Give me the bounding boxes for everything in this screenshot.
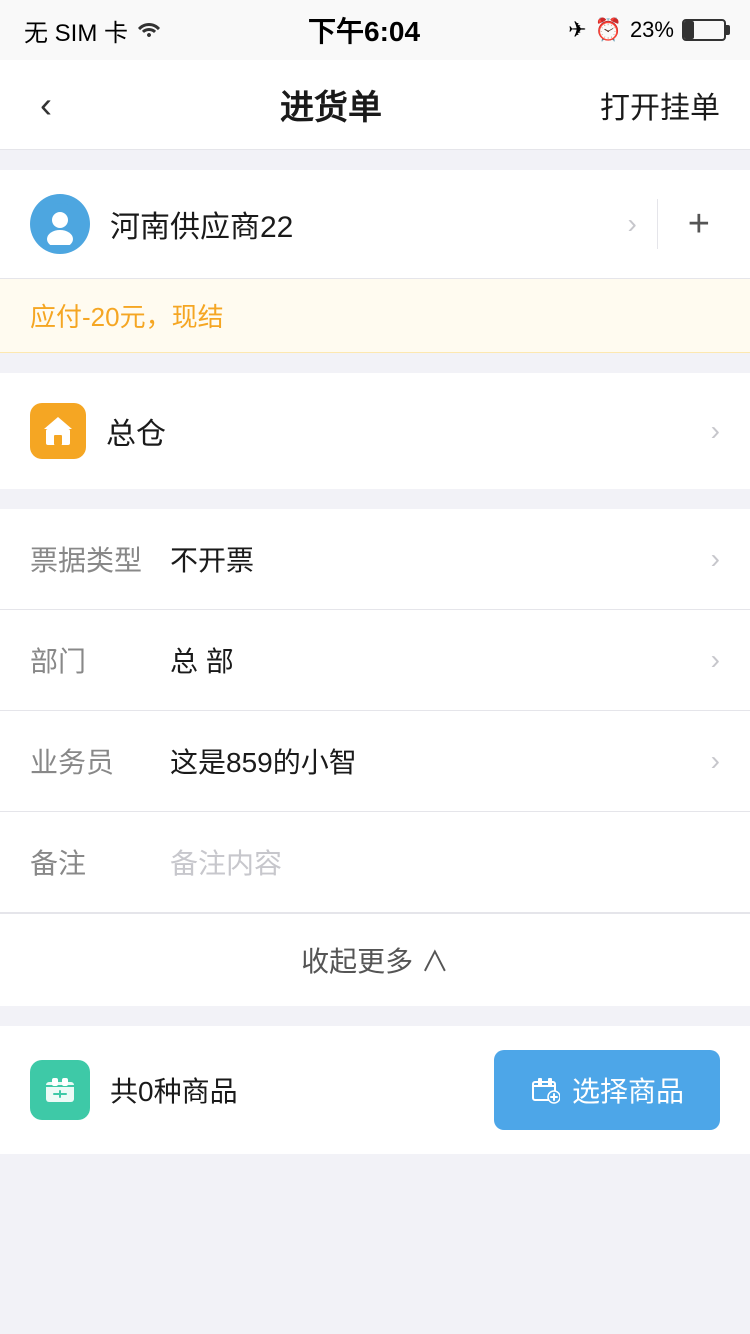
status-time: 下午6:04 xyxy=(308,10,420,50)
salesperson-label: 业务员 xyxy=(30,741,150,781)
ticket-type-value: 不开票 xyxy=(170,539,701,579)
department-chevron-icon: › xyxy=(711,644,720,676)
back-button[interactable]: ‹ xyxy=(30,74,62,136)
mid-divider-2 xyxy=(0,489,750,509)
page-title: 进货单 xyxy=(280,80,382,129)
department-row[interactable]: 部门 总 部 › xyxy=(0,610,750,711)
warehouse-section: 总仓 › xyxy=(0,373,750,489)
select-product-label: 选择商品 xyxy=(572,1070,684,1110)
location-icon: ✈ xyxy=(568,17,586,43)
supplier-avatar xyxy=(30,194,90,254)
ticket-type-label: 票据类型 xyxy=(30,539,150,579)
supplier-name[interactable]: 河南供应商22 xyxy=(110,202,617,246)
notice-bar: 应付-20元，现结 xyxy=(0,279,750,353)
department-value: 总 部 xyxy=(170,640,701,680)
product-icon xyxy=(30,1060,90,1120)
supplier-divider xyxy=(657,199,658,249)
salesperson-row[interactable]: 业务员 这是859的小智 › xyxy=(0,711,750,812)
battery-icon xyxy=(682,19,726,41)
collapse-label: 收起更多 ∧ xyxy=(301,946,449,977)
status-bar: 无 SIM 卡 下午6:04 ✈ ⏰ 23% xyxy=(0,0,750,60)
select-product-button[interactable]: 选择商品 xyxy=(494,1050,720,1130)
product-bar: 共0种商品 选择商品 xyxy=(0,1026,750,1154)
product-count-label: 共0种商品 xyxy=(110,1070,474,1110)
warehouse-row[interactable]: 总仓 › xyxy=(0,373,750,489)
form-section: 票据类型 不开票 › 部门 总 部 › 业务员 这是859的小智 › 备注 备注… xyxy=(0,509,750,1006)
status-right: ✈ ⏰ 23% xyxy=(568,17,726,43)
top-divider xyxy=(0,150,750,170)
add-supplier-button[interactable]: + xyxy=(678,203,720,246)
salesperson-chevron-icon: › xyxy=(711,745,720,777)
remark-label: 备注 xyxy=(30,842,150,882)
warehouse-icon xyxy=(30,403,86,459)
warehouse-chevron-icon: › xyxy=(711,415,720,447)
supplier-section: 河南供应商22 › + 应付-20元，现结 xyxy=(0,170,750,353)
department-label: 部门 xyxy=(30,640,150,680)
ticket-type-chevron-icon: › xyxy=(711,543,720,575)
collapse-button[interactable]: 收起更多 ∧ xyxy=(0,913,750,1006)
carrier-text: 无 SIM 卡 xyxy=(24,13,128,48)
remark-row[interactable]: 备注 备注内容 xyxy=(0,812,750,913)
remark-value[interactable]: 备注内容 xyxy=(170,842,720,882)
wifi-icon xyxy=(138,17,160,43)
nav-bar: ‹ 进货单 打开挂单 xyxy=(0,60,750,150)
supplier-row: 河南供应商22 › + xyxy=(0,170,750,279)
warehouse-name: 总仓 xyxy=(106,409,701,453)
mid-divider-1 xyxy=(0,353,750,373)
salesperson-value: 这是859的小智 xyxy=(170,741,701,781)
notice-text: 应付-20元，现结 xyxy=(30,302,224,332)
ticket-type-row[interactable]: 票据类型 不开票 › xyxy=(0,509,750,610)
alarm-icon: ⏰ xyxy=(595,17,622,43)
status-left: 无 SIM 卡 xyxy=(24,13,160,48)
battery-percent: 23% xyxy=(630,17,674,43)
open-pending-button[interactable]: 打开挂单 xyxy=(600,83,720,127)
supplier-chevron-icon: › xyxy=(627,208,636,240)
select-product-icon xyxy=(530,1075,560,1105)
